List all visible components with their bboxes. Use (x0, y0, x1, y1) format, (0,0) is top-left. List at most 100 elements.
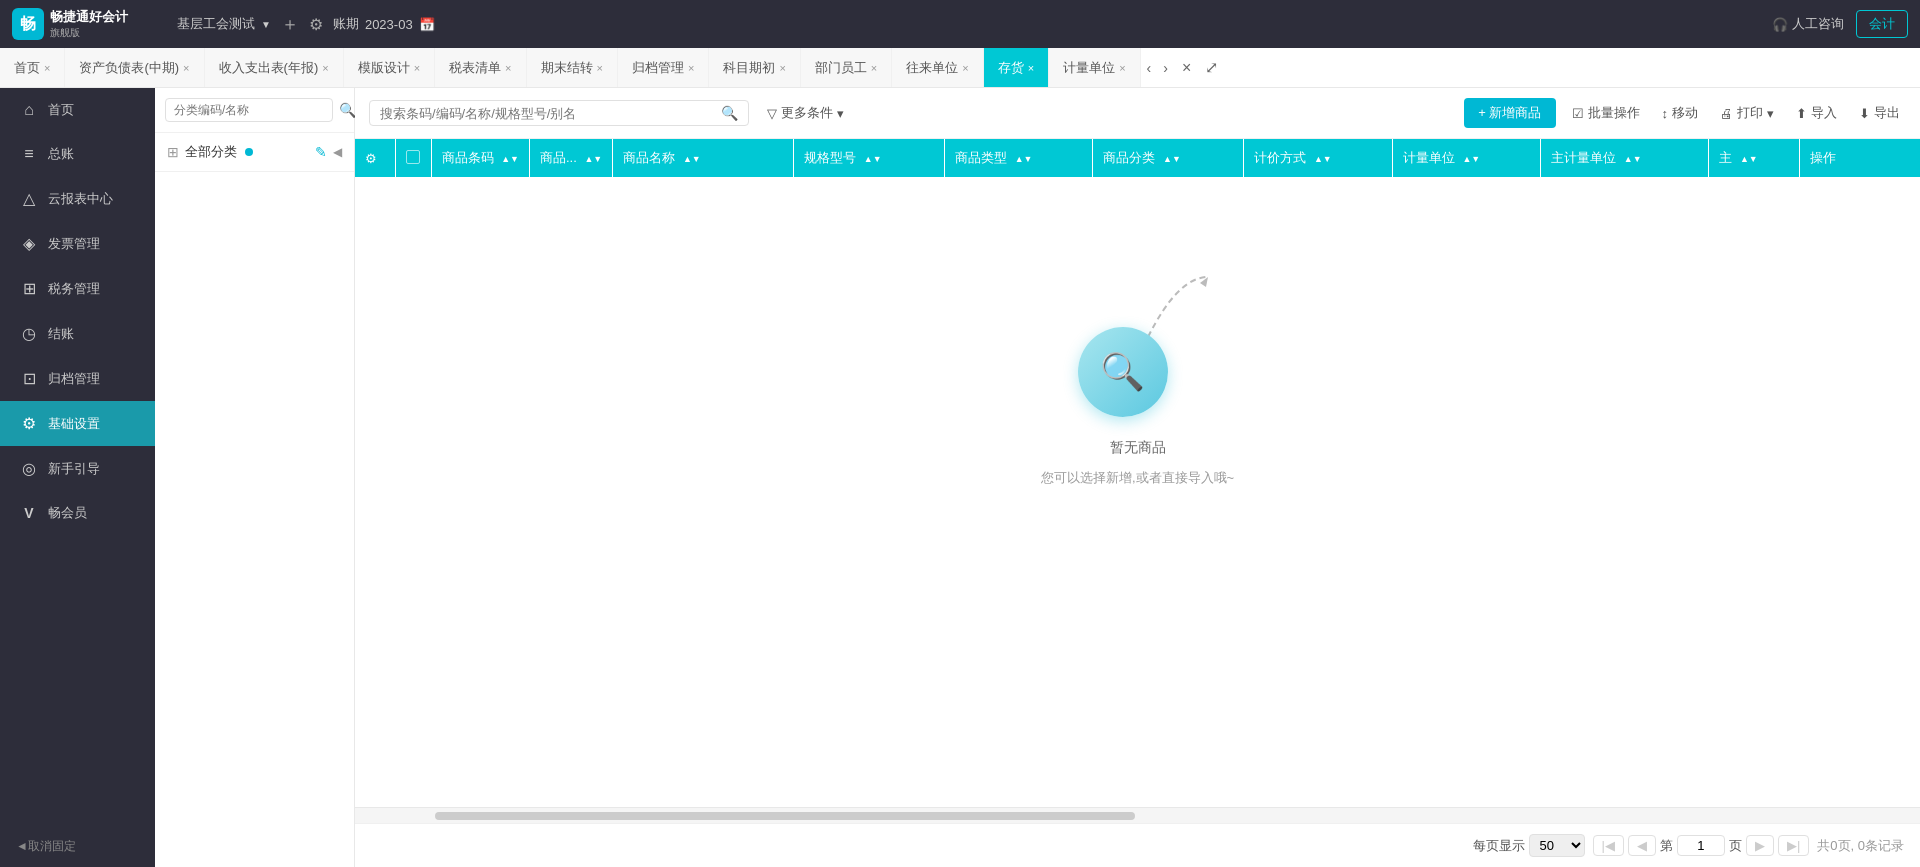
name-sort-icon[interactable]: ▲▼ (683, 154, 701, 164)
tab-income[interactable]: 收入支出表(年报) × (205, 48, 344, 87)
th-code-label: 商品... (540, 150, 577, 165)
sidebar-item-settle[interactable]: ◷ 结账 (0, 311, 155, 356)
tab-tax[interactable]: 税表清单 × (435, 48, 526, 87)
tab-partner-close[interactable]: × (962, 62, 968, 74)
th-barcode[interactable]: 商品条码 ▲▼ (431, 139, 529, 177)
tab-inventory[interactable]: 存货 × (984, 48, 1049, 87)
print-label: 打印 (1737, 104, 1763, 122)
sidebar-collapse-button[interactable]: ◄取消固定 (0, 826, 155, 867)
per-page-select[interactable]: 10 20 50 100 (1529, 834, 1585, 857)
th-product-name[interactable]: 商品名称 ▲▼ (613, 139, 794, 177)
tab-archive-close[interactable]: × (688, 62, 694, 74)
price-sort-icon[interactable]: ▲▼ (1314, 154, 1332, 164)
th-checkbox[interactable] (395, 139, 431, 177)
th-main-unit[interactable]: 主计量单位 ▲▼ (1541, 139, 1709, 177)
tab-close-all-button[interactable]: × (1174, 59, 1199, 77)
batch-operation-button[interactable]: ☑ 批量操作 (1566, 100, 1646, 126)
tab-dept-close[interactable]: × (871, 62, 877, 74)
tab-unit[interactable]: 计量单位 × (1049, 48, 1140, 87)
tab-income-close[interactable]: × (322, 62, 328, 74)
sidebar-item-ledger[interactable]: ≡ 总账 (0, 132, 155, 176)
select-all-checkbox[interactable] (406, 150, 420, 164)
horizontal-scrollbar[interactable] (355, 807, 1920, 823)
tab-unit-label: 计量单位 (1063, 59, 1115, 77)
tab-asset-close[interactable]: × (183, 62, 189, 74)
th-product-type[interactable]: 商品类型 ▲▼ (945, 139, 1093, 177)
member-icon: V (20, 505, 38, 521)
category-search-icon[interactable]: 🔍 (339, 102, 356, 118)
tab-period-close[interactable]: × (597, 62, 603, 74)
tab-dept[interactable]: 部门员工 × (801, 48, 892, 87)
tab-unit-close[interactable]: × (1119, 62, 1125, 74)
calendar-icon[interactable]: 📅 (419, 17, 435, 32)
th-spec[interactable]: 规格型号 ▲▼ (794, 139, 945, 177)
tab-partner[interactable]: 往来单位 × (892, 48, 983, 87)
settings-icon[interactable]: ⚙ (309, 15, 323, 34)
th-category[interactable]: 商品分类 ▲▼ (1093, 139, 1244, 177)
empty-state: 暂无商品 您可以选择新增,或者直接导入哦~ (355, 177, 1920, 577)
type-sort-icon[interactable]: ▲▼ (1015, 154, 1033, 164)
category-edit-icon[interactable]: ✎ (315, 144, 327, 160)
sidebar-item-home[interactable]: ⌂ 首页 (0, 88, 155, 132)
sidebar-item-invoice[interactable]: ◈ 发票管理 (0, 221, 155, 266)
tab-subject[interactable]: 科目期初 × (709, 48, 800, 87)
th-num[interactable]: 主 ▲▼ (1709, 139, 1799, 177)
main-unit-sort-icon[interactable]: ▲▼ (1624, 154, 1642, 164)
sidebar-item-member[interactable]: V 畅会员 (0, 491, 155, 535)
tab-template-close[interactable]: × (414, 62, 420, 74)
barcode-sort-icon[interactable]: ▲▼ (501, 154, 519, 164)
category-search-input[interactable] (165, 98, 333, 122)
tab-home[interactable]: 首页 × (0, 48, 65, 87)
scrollbar-thumb[interactable] (435, 812, 1135, 820)
num-sort-icon[interactable]: ▲▼ (1740, 154, 1758, 164)
product-search-input[interactable] (380, 106, 715, 121)
logo-icon: 畅 (12, 8, 44, 40)
sidebar: ⌂ 首页 ≡ 总账 △ 云报表中心 ◈ 发票管理 ⊞ 税务管理 ◷ 结账 ⊡ 归… (0, 88, 155, 867)
cat-sort-icon[interactable]: ▲▼ (1163, 154, 1181, 164)
print-button[interactable]: 🖨 打印 ▾ (1714, 100, 1780, 126)
grid-icon: ⊞ (167, 144, 179, 160)
tab-tax-close[interactable]: × (505, 62, 511, 74)
next-page-button[interactable]: ▶ (1746, 835, 1774, 856)
new-product-button[interactable]: + 新增商品 (1464, 98, 1555, 128)
add-workspace-button[interactable]: ＋ (281, 12, 299, 36)
page-input[interactable] (1677, 835, 1725, 856)
search-bar: 🔍 (369, 100, 749, 126)
account-button[interactable]: 会计 (1856, 10, 1908, 38)
service-button[interactable]: 🎧 人工咨询 (1772, 15, 1844, 33)
sidebar-item-guide[interactable]: ◎ 新手引导 (0, 446, 155, 491)
more-filter-button[interactable]: ▽ 更多条件 ▾ (759, 100, 852, 126)
sidebar-item-tax[interactable]: ⊞ 税务管理 (0, 266, 155, 311)
tab-home-label: 首页 (14, 59, 40, 77)
sidebar-item-reports[interactable]: △ 云报表中心 (0, 176, 155, 221)
prev-page-button[interactable]: ◀ (1628, 835, 1656, 856)
tab-prev-button[interactable]: ‹ (1141, 60, 1158, 76)
sidebar-item-archive[interactable]: ⊡ 归档管理 (0, 356, 155, 401)
code-sort-icon[interactable]: ▲▼ (584, 154, 602, 164)
th-product-code[interactable]: 商品... ▲▼ (529, 139, 612, 177)
panel-collapse-icon[interactable]: ◀ (333, 145, 342, 159)
th-settings[interactable]: ⚙ (355, 139, 395, 177)
last-page-button[interactable]: ▶| (1778, 835, 1809, 856)
tab-template[interactable]: 模版设计 × (344, 48, 435, 87)
tab-archive[interactable]: 归档管理 × (618, 48, 709, 87)
import-button[interactable]: ⬆ 导入 (1790, 100, 1843, 126)
product-search-icon[interactable]: 🔍 (721, 105, 738, 121)
tab-partner-label: 往来单位 (906, 59, 958, 77)
spec-sort-icon[interactable]: ▲▼ (864, 154, 882, 164)
tab-subject-close[interactable]: × (779, 62, 785, 74)
tab-inventory-close[interactable]: × (1028, 62, 1034, 74)
tab-period[interactable]: 期末结转 × (527, 48, 618, 87)
th-unit[interactable]: 计量单位 ▲▼ (1392, 139, 1540, 177)
tab-next-button[interactable]: › (1157, 60, 1174, 76)
first-page-button[interactable]: |◀ (1593, 835, 1624, 856)
tab-asset[interactable]: 资产负债表(中期) × (65, 48, 204, 87)
workspace-selector[interactable]: 基层工会测试 ▼ (177, 15, 271, 33)
export-button[interactable]: ⬇ 导出 (1853, 100, 1906, 126)
tab-home-close[interactable]: × (44, 62, 50, 74)
sidebar-item-basic[interactable]: ⚙ 基础设置 (0, 401, 155, 446)
tab-expand-button[interactable]: ⤢ (1199, 58, 1224, 77)
th-price-mode[interactable]: 计价方式 ▲▼ (1244, 139, 1392, 177)
move-button[interactable]: ↕ 移动 (1656, 100, 1705, 126)
unit-sort-icon[interactable]: ▲▼ (1462, 154, 1480, 164)
